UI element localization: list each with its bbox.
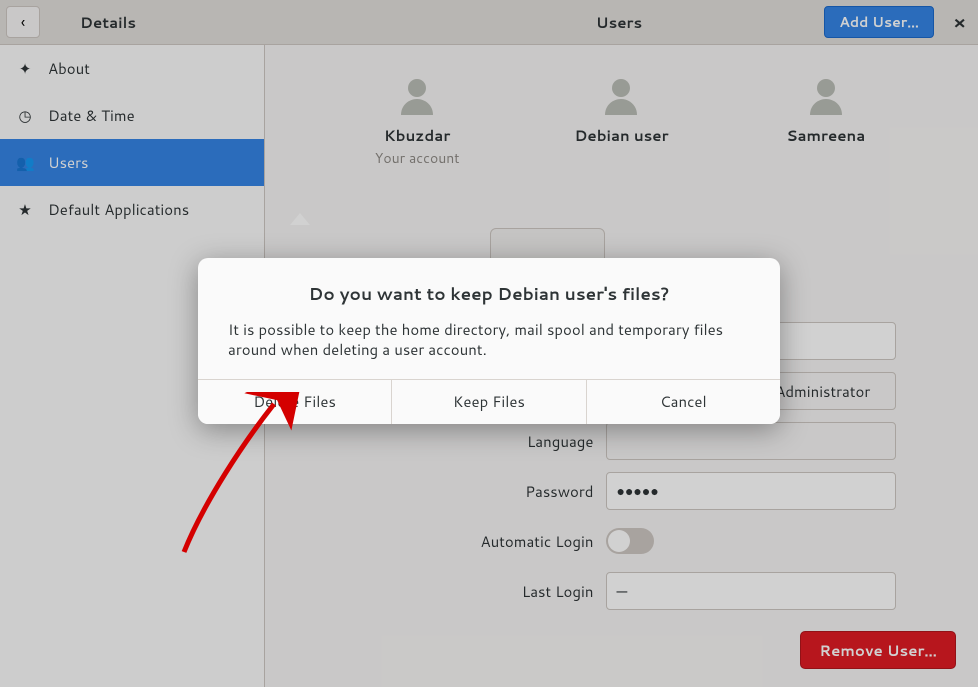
dialog-message: It is possible to keep the home director… xyxy=(228,320,750,361)
modal-overlay: Do you want to keep Debian user's files?… xyxy=(0,0,978,687)
cancel-button[interactable]: Cancel xyxy=(587,380,780,424)
delete-files-button[interactable]: Delete Files xyxy=(198,380,392,424)
delete-files-dialog: Do you want to keep Debian user's files?… xyxy=(198,258,780,424)
keep-files-button[interactable]: Keep Files xyxy=(392,380,586,424)
dialog-title: Do you want to keep Debian user's files? xyxy=(228,282,750,306)
